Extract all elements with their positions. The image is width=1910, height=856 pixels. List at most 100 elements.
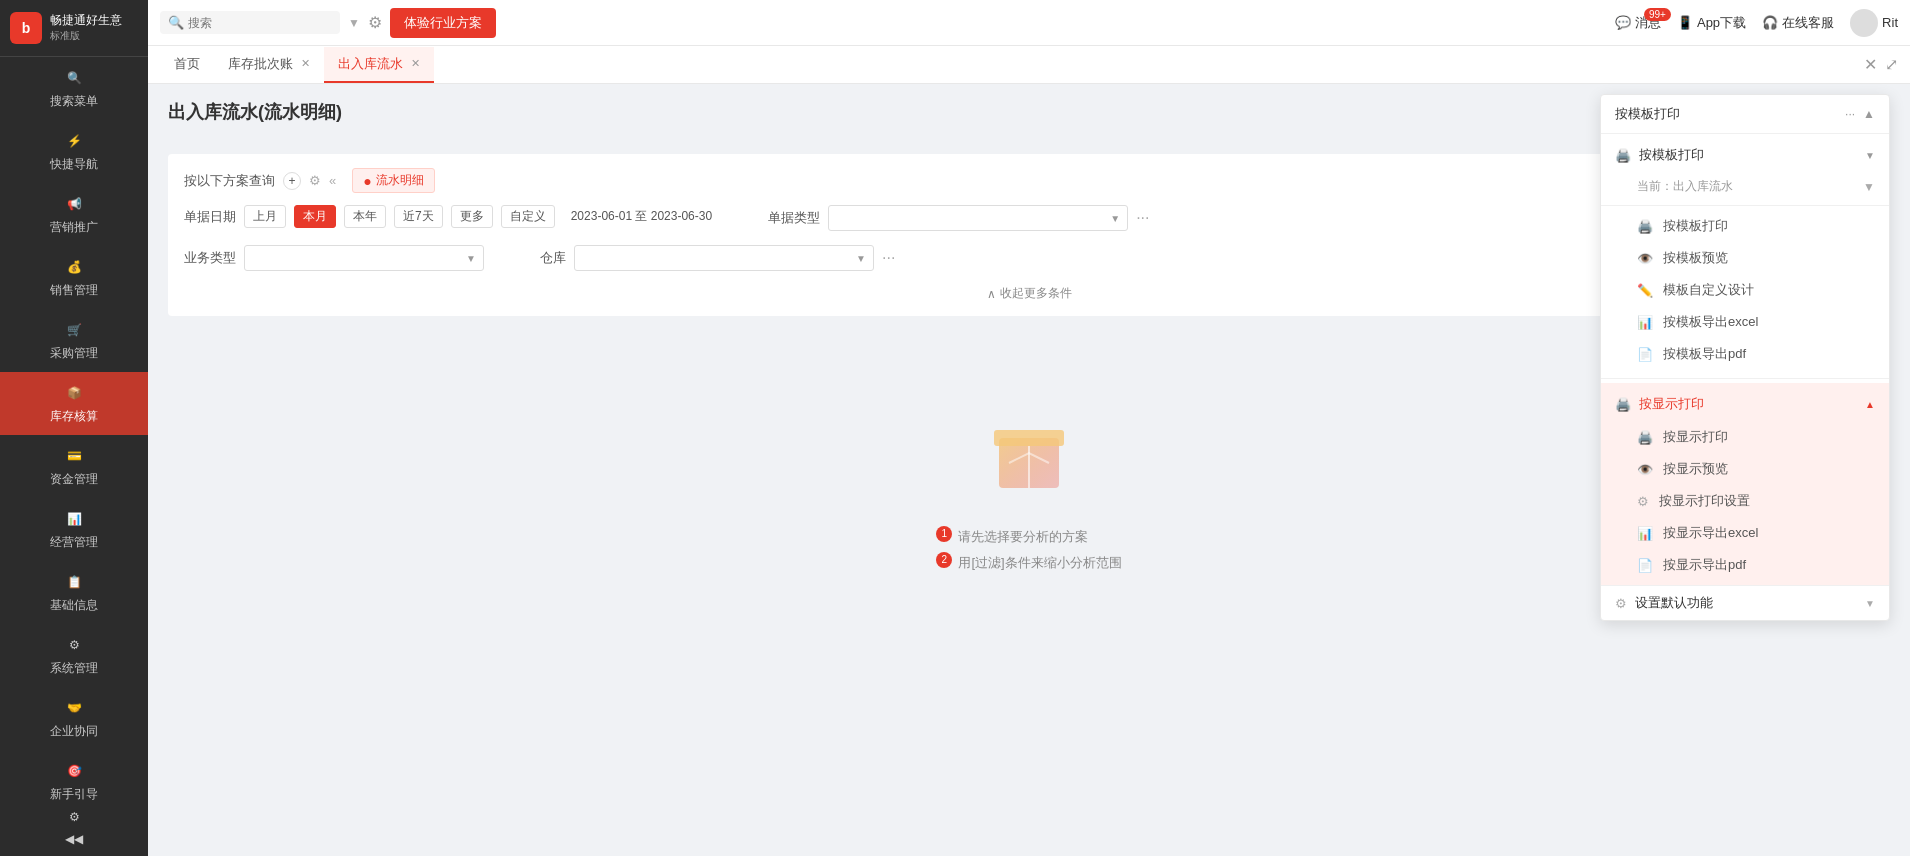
sidebar-item-operations[interactable]: 📊 经营管理 [0, 498, 148, 561]
template-preview-item[interactable]: 👁️ 按模板预览 [1601, 242, 1889, 274]
sidebar-item-label: 销售管理 [50, 282, 98, 299]
display-print-header-label: 按显示打印 [1639, 395, 1704, 413]
user-avatar-item[interactable]: Rit [1850, 9, 1898, 37]
display-excel-icon: 📊 [1637, 526, 1653, 541]
tag-icon: ● [363, 173, 371, 189]
document-type-group: 单据类型 ▼ ··· [768, 205, 1149, 231]
date-btn-last-month[interactable]: 上月 [244, 205, 286, 228]
tab-batch-account-label: 库存批次账 [228, 55, 293, 73]
operations-icon: 📊 [63, 508, 85, 530]
chevron-up-icon: ∧ [987, 287, 996, 301]
filter-collapse-icon[interactable]: « [329, 173, 336, 188]
tab-flow-close-icon[interactable]: ✕ [411, 57, 420, 70]
filter-settings-icon[interactable]: ⚙ [309, 173, 321, 188]
filter-add-icon[interactable]: + [283, 172, 301, 190]
date-btn-custom[interactable]: 自定义 [501, 205, 555, 228]
sidebar-item-search[interactable]: 🔍 搜索菜单 [0, 57, 148, 120]
display-print-section-header[interactable]: 🖨️ 按显示打印 ▲ [1601, 387, 1889, 421]
divider-1 [1601, 205, 1889, 206]
print-section-display: 🖨️ 按显示打印 ▲ 🖨️ 按显示打印 👁️ 按显示预览 ⚙ 按显示打印设置 [1601, 383, 1889, 585]
sidebar-item-finance[interactable]: 💳 资金管理 [0, 435, 148, 498]
industry-solution-button[interactable]: 体验行业方案 [390, 8, 496, 38]
display-export-excel-item[interactable]: 📊 按显示导出excel [1601, 517, 1889, 549]
display-print-settings-item[interactable]: ⚙ 按显示打印设置 [1601, 485, 1889, 517]
app-download-item[interactable]: 📱 App下载 [1677, 14, 1746, 32]
template-print-section-header[interactable]: 🖨️ 按模板打印 ▼ [1601, 138, 1889, 172]
sidebar-item-inventory[interactable]: 📦 库存核算 [0, 372, 148, 435]
inventory-icon: 📦 [63, 382, 85, 404]
print-panel-up-arrow[interactable]: ▲ [1863, 107, 1875, 121]
doc-type-select-wrapper: ▼ [828, 205, 1128, 231]
tab-home[interactable]: 首页 [160, 47, 214, 83]
topbar-gear-icon[interactable]: ⚙ [368, 13, 382, 32]
display-print-item[interactable]: 🖨️ 按显示打印 [1601, 421, 1889, 453]
display-preview-item[interactable]: 👁️ 按显示预览 [1601, 453, 1889, 485]
template-print-item[interactable]: 🖨️ 按模板打印 [1601, 210, 1889, 242]
template-export-pdf-item[interactable]: 📄 按模板导出pdf [1601, 338, 1889, 370]
topbar-dropdown-arrow[interactable]: ▼ [348, 16, 360, 30]
template-custom-item[interactable]: ✏️ 模板自定义设计 [1601, 274, 1889, 306]
sidebar-item-guide[interactable]: 🎯 新手引导 [0, 750, 148, 800]
sidebar-item-marketing[interactable]: 📢 营销推广 [0, 183, 148, 246]
sidebar-item-system[interactable]: ⚙ 系统管理 [0, 624, 148, 687]
sidebar-item-label: 采购管理 [50, 345, 98, 362]
sidebar-collapse[interactable]: ◀◀ [65, 832, 83, 846]
template-preview-icon: 👁️ [1637, 251, 1653, 266]
business-type-select[interactable] [244, 245, 484, 271]
filter-search-text: 按以下方案查询 [184, 172, 275, 190]
print-panel: 按模板打印 ··· ▲ 🖨️ 按模板打印 ▼ 当前：出入库流水 ▼ [1600, 94, 1890, 621]
display-export-pdf-item[interactable]: 📄 按显示导出pdf [1601, 549, 1889, 581]
collapse-icon: ◀◀ [65, 832, 83, 846]
empty-tips: 1 请先选择要分析的方案 2 用[过滤]条件来缩小分析范围 [936, 524, 1121, 576]
set-default-item[interactable]: ⚙ 设置默认功能 ▼ [1601, 585, 1889, 620]
template-export-excel-item[interactable]: 📊 按模板导出excel [1601, 306, 1889, 338]
topbar-search-box[interactable]: 🔍 [160, 11, 340, 34]
sidebar-item-quick-nav[interactable]: ⚡ 快捷导航 [0, 120, 148, 183]
set-default-arrow: ▼ [1865, 598, 1875, 609]
expand-icon[interactable]: ⤢ [1885, 55, 1898, 74]
template-print-item-label: 按模板打印 [1663, 217, 1728, 235]
system-icon: ⚙ [63, 634, 85, 656]
print-panel-title: 按模板打印 [1615, 105, 1680, 123]
logo-icon: b [10, 12, 42, 44]
tab-batch-close-icon[interactable]: ✕ [301, 57, 310, 70]
date-filter-group: 单据日期 上月 本月 本年 近7天 更多 自定义 2023-06-01 至 20… [184, 205, 712, 228]
sidebar-item-label: 企业协同 [50, 723, 98, 740]
print-panel-header-actions: ··· ▲ [1845, 107, 1875, 121]
divider-2 [1601, 378, 1889, 379]
sidebar-item-purchase[interactable]: 🛒 采购管理 [0, 309, 148, 372]
print-panel-more-icon[interactable]: ··· [1845, 107, 1855, 121]
warehouse-more-icon[interactable]: ··· [882, 249, 895, 267]
date-btn-this-month[interactable]: 本月 [294, 205, 336, 228]
collapse-label: 收起更多条件 [1000, 285, 1072, 302]
svg-rect-1 [994, 430, 1064, 446]
empty-tip-2: 2 用[过滤]条件来缩小分析范围 [936, 550, 1121, 576]
date-btn-more[interactable]: 更多 [451, 205, 493, 228]
tab-batch-account[interactable]: 库存批次账 ✕ [214, 47, 324, 83]
warehouse-select[interactable] [574, 245, 874, 271]
date-range-display: 2023-06-01 至 2023-06-30 [571, 208, 712, 225]
doc-type-select[interactable] [828, 205, 1128, 231]
excel-icon: 📊 [1637, 315, 1653, 330]
topbar-search-input[interactable] [188, 16, 308, 30]
close-all-icon[interactable]: ✕ [1864, 55, 1877, 74]
sidebar-item-label: 基础信息 [50, 597, 98, 614]
topbar-right: 💬 消息 99+ 📱 App下载 🎧 在线客服 Rit [1615, 9, 1898, 37]
message-icon-item[interactable]: 💬 消息 99+ [1615, 14, 1661, 32]
doc-type-more-icon[interactable]: ··· [1136, 209, 1149, 227]
warehouse-group: 仓库 ▼ ··· [540, 245, 895, 271]
warehouse-select-wrapper: ▼ [574, 245, 874, 271]
display-export-excel-label: 按显示导出excel [1663, 524, 1758, 542]
tab-flow[interactable]: 出入库流水 ✕ [324, 47, 434, 83]
date-btn-this-year[interactable]: 本年 [344, 205, 386, 228]
date-buttons: 上月 本月 本年 近7天 更多 自定义 [244, 205, 555, 228]
sidebar-item-basic[interactable]: 📋 基础信息 [0, 561, 148, 624]
sidebar-item-sales[interactable]: 💰 销售管理 [0, 246, 148, 309]
date-btn-7days[interactable]: 近7天 [394, 205, 443, 228]
app-logo: b 畅捷通好生意 标准版 [0, 0, 148, 57]
app-name: 畅捷通好生意 [50, 13, 122, 29]
sidebar-settings[interactable]: ⚙ [69, 810, 80, 824]
online-service-item[interactable]: 🎧 在线客服 [1762, 14, 1834, 32]
sidebar-item-collab[interactable]: 🤝 企业协同 [0, 687, 148, 750]
display-pdf-icon: 📄 [1637, 558, 1653, 573]
